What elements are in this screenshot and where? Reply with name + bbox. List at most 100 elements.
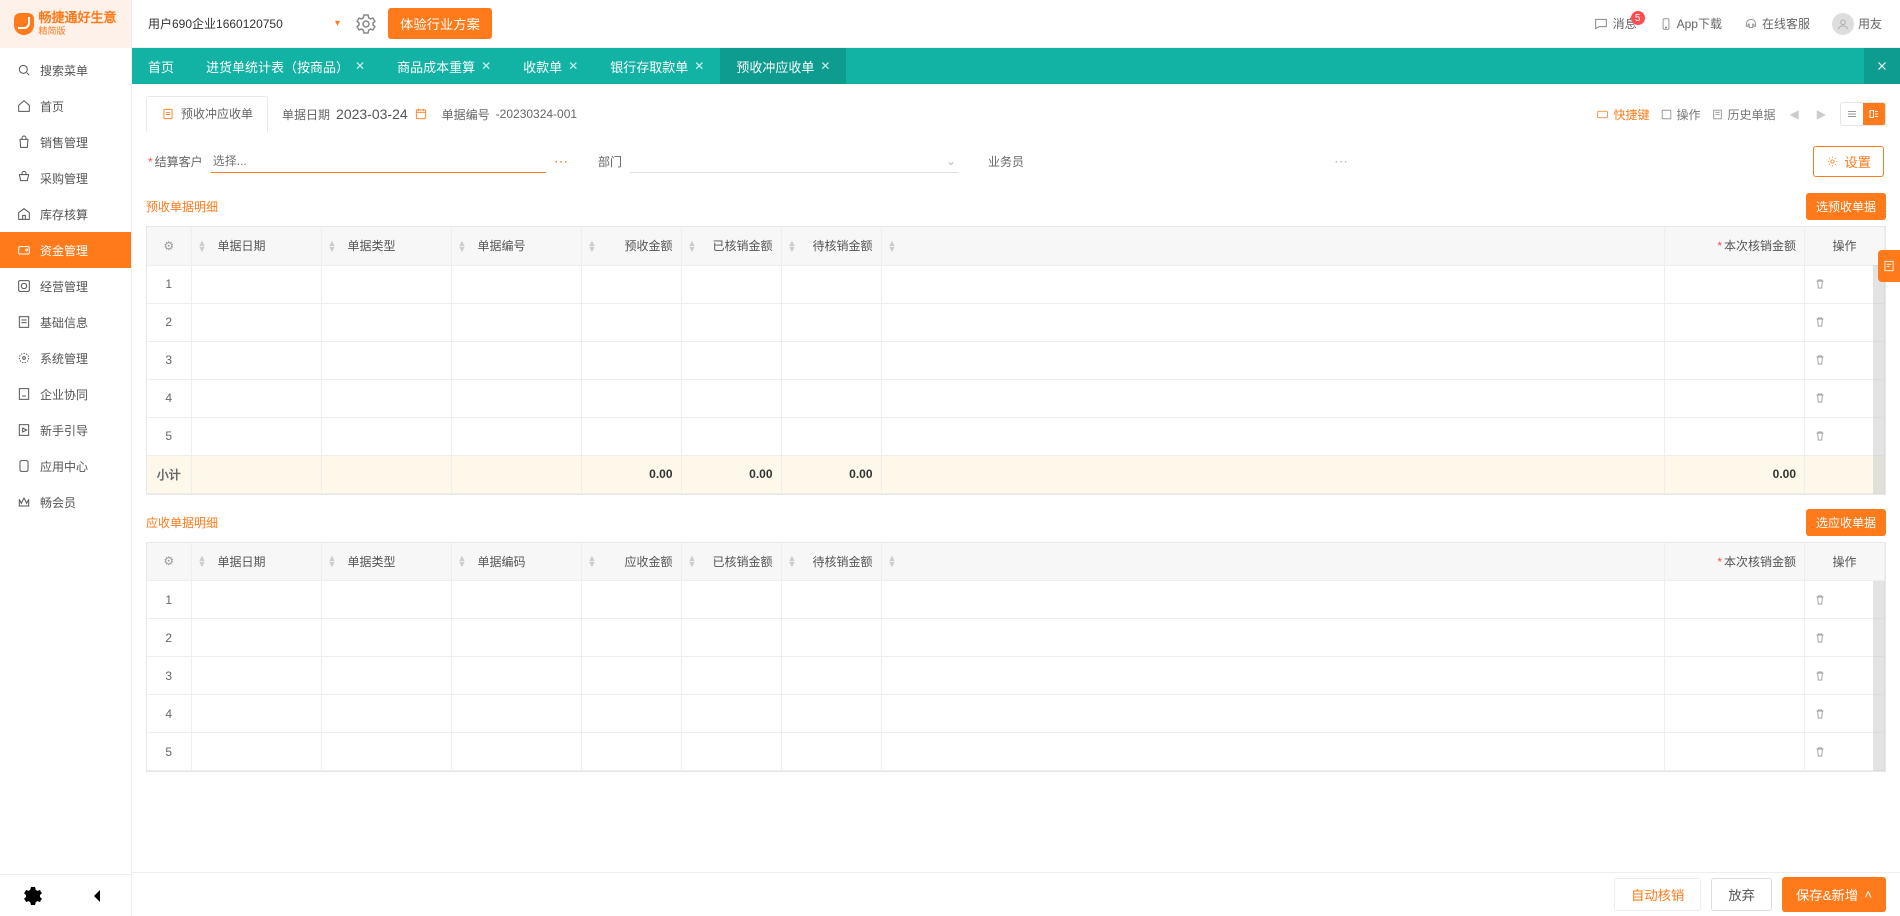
dept-select[interactable]: ⌄ [630,150,958,173]
tab-label: 银行存取款单 [610,57,688,76]
customer-lookup-icon[interactable]: ⋯ [554,153,568,170]
side-floater-icon[interactable] [1878,250,1900,282]
delete-icon[interactable] [1813,669,1876,683]
sort-icon[interactable]: ▲▼ [328,240,337,252]
settings-button[interactable]: 设置 [1813,146,1884,177]
company-selector[interactable]: 用户690企业1660120750 ▾ [144,10,344,38]
delete-icon[interactable] [1813,391,1876,405]
shortcut-link[interactable]: 快捷键 [1596,106,1649,123]
delete-icon[interactable] [1813,353,1876,367]
sort-icon[interactable]: ▲▼ [688,555,697,567]
sort-icon[interactable]: ▲▼ [588,555,597,567]
sort-icon[interactable]: ▲▼ [458,240,467,252]
sort-icon[interactable]: ▲▼ [198,240,207,252]
sidebar-item[interactable]: 基础信息 [0,304,131,340]
view-list-icon[interactable] [1841,103,1863,125]
sort-icon[interactable]: ▲▼ [458,555,467,567]
save-new-button[interactable]: 保存&新增˄ [1782,877,1886,912]
delete-icon[interactable] [1813,429,1876,443]
delete-icon[interactable] [1813,593,1876,607]
messages-link[interactable]: 消息 5 [1587,15,1643,32]
gear-icon[interactable]: ⚙ [163,554,174,568]
table-row[interactable]: 5 [147,417,1885,455]
sidebar-item[interactable]: 库存核算 [0,196,131,232]
settings-icon[interactable] [21,884,45,908]
table-row[interactable]: 4 [147,379,1885,417]
auto-verify-button[interactable]: 自动核销 [1614,878,1701,911]
sort-icon[interactable]: ▲▼ [888,555,897,567]
delete-icon[interactable] [1813,315,1876,329]
user-menu[interactable]: 用友 [1826,13,1888,35]
sidebar-item[interactable]: 应用中心 [0,448,131,484]
sidebar-item[interactable]: 销售管理 [0,124,131,160]
delete-icon[interactable] [1813,277,1876,291]
close-icon[interactable]: ✕ [481,59,491,73]
table-row[interactable]: 4 [147,695,1885,733]
receivable-table: ⚙ ▲▼单据日期 ▲▼单据类型 ▲▼单据编码 ▲▼应收金额 ▲▼已核销金额 ▲▼… [146,542,1886,773]
app-download-link[interactable]: App下载 [1653,15,1728,32]
customer-input[interactable] [211,150,546,173]
select-receivable-button[interactable]: 选应收单据 [1806,509,1886,536]
view-form-icon[interactable] [1863,103,1885,125]
sidebar-footer [0,874,131,916]
delete-icon[interactable] [1813,707,1876,721]
table-row[interactable]: 1 [147,265,1885,303]
collapse-icon[interactable] [86,884,110,908]
calendar-icon[interactable] [414,107,428,121]
sort-icon[interactable]: ▲▼ [788,555,797,567]
table-row[interactable]: 5 [147,733,1885,771]
sidebar-item[interactable]: 经营管理 [0,268,131,304]
tab[interactable]: 进货单统计表（按商品）✕ [190,48,381,84]
sidebar-item[interactable]: 首页 [0,88,131,124]
sidebar-item[interactable]: 采购管理 [0,160,131,196]
history-link[interactable]: 历史单据 [1711,106,1776,123]
sort-icon[interactable]: ▲▼ [688,240,697,252]
search-icon [16,62,32,78]
try-solution-button[interactable]: 体验行业方案 [388,8,492,39]
table-row[interactable]: 2 [147,619,1885,657]
online-service-link[interactable]: 在线客服 [1738,15,1816,32]
close-icon[interactable]: ✕ [355,59,365,73]
sort-icon[interactable]: ▲▼ [888,240,897,252]
tab[interactable]: 商品成本重算✕ [381,48,507,84]
tab[interactable]: 银行存取款单 ✕ [594,48,720,84]
sort-icon[interactable]: ▲▼ [328,555,337,567]
tab[interactable]: 预收冲应收单 ✕ [720,48,846,84]
operate-link[interactable]: 操作 [1660,106,1701,123]
scrollbar[interactable] [1873,265,1885,494]
sort-icon[interactable]: ▲▼ [588,240,597,252]
table-row[interactable]: 2 [147,303,1885,341]
sales-lookup-icon[interactable]: ⋯ [1334,153,1348,170]
sidebar-item[interactable]: 搜索菜单 [0,52,131,88]
doc-code-field: 单据编号 -20230324-001 [442,106,577,123]
delete-icon[interactable] [1813,745,1876,759]
tab[interactable]: 收款单✕ [507,48,594,84]
close-icon[interactable]: ✕ [568,59,578,73]
next-doc-icon[interactable]: ▶ [1813,107,1830,121]
select-prepay-button[interactable]: 选预收单据 [1806,193,1886,220]
sidebar-item-label: 新手引导 [40,422,88,439]
discard-button[interactable]: 放弃 [1711,878,1772,911]
gear-icon[interactable] [354,12,378,36]
scrollbar[interactable] [1873,581,1885,772]
close-icon[interactable]: ✕ [694,59,704,73]
table-row[interactable]: 3 [147,657,1885,695]
close-icon[interactable]: ✕ [820,59,830,73]
sidebar-item[interactable]: 资金管理 [0,232,131,268]
gear-icon[interactable]: ⚙ [163,239,174,253]
delete-icon[interactable] [1813,631,1876,645]
tab-label: 预收冲应收单 [736,57,814,76]
doc-date-value[interactable]: 2023-03-24 [336,106,408,122]
tab[interactable]: 首页 [132,48,190,84]
tabs-close-all[interactable] [1864,48,1900,84]
sidebar-item[interactable]: 新手引导 [0,412,131,448]
sidebar-item[interactable]: 企业协同 [0,376,131,412]
table-row[interactable]: 3 [147,341,1885,379]
sort-icon[interactable]: ▲▼ [198,555,207,567]
table-row[interactable]: 1 [147,581,1885,619]
sort-icon[interactable]: ▲▼ [788,240,797,252]
sidebar-item[interactable]: 畅会员 [0,484,131,520]
sidebar-item[interactable]: 系统管理 [0,340,131,376]
prev-doc-icon[interactable]: ◀ [1786,107,1803,121]
sales-input[interactable] [1032,150,1326,173]
